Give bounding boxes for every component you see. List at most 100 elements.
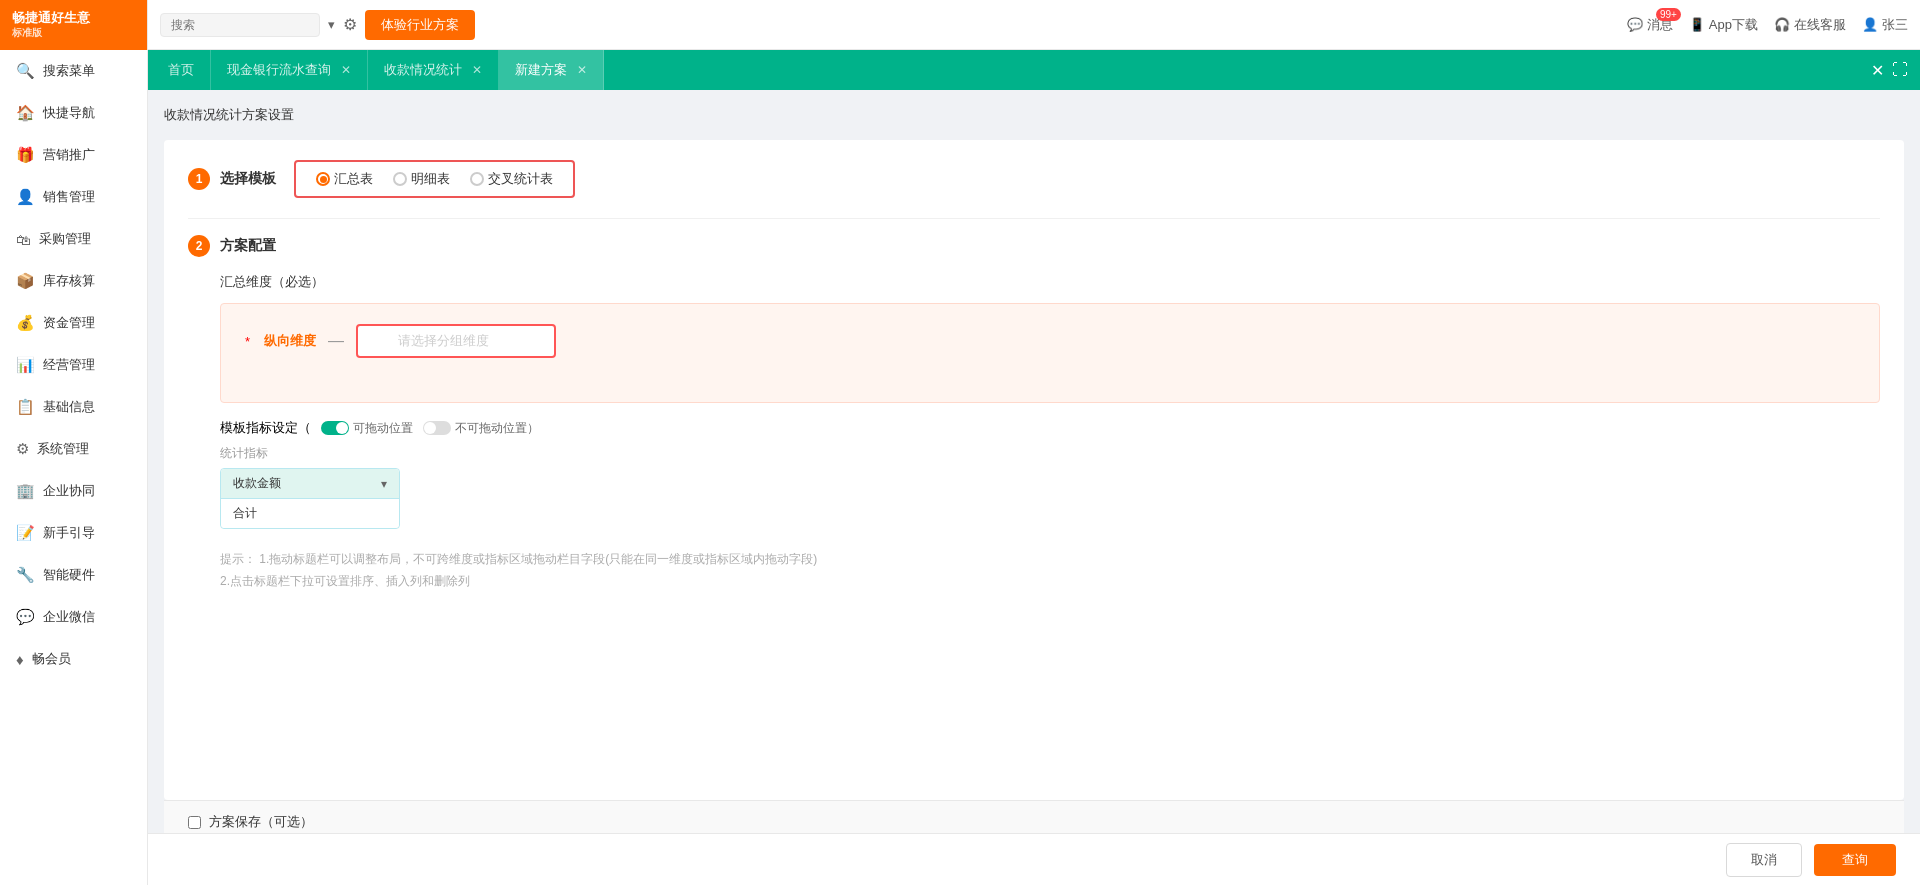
radio-detail[interactable]: 明细表 — [393, 170, 450, 188]
footer-bar: 取消 查询 — [148, 833, 1920, 885]
sidebar-label-finance: 资金管理 — [43, 314, 95, 332]
vertical-dim-label: 纵向维度 — [264, 332, 316, 350]
sidebar-item-newbie[interactable]: 📝 新手引导 — [0, 512, 147, 554]
dropdown-icon[interactable]: ▾ — [328, 17, 335, 32]
gift-icon: 🎁 — [16, 146, 35, 164]
radio-detail-label: 明细表 — [411, 170, 450, 188]
stats-header-text: 收款金额 — [233, 475, 281, 492]
draggable-toggle[interactable]: 可拖动位置 — [321, 420, 413, 437]
dim-arrow: — — [328, 332, 344, 350]
sidebar-item-system[interactable]: ⚙ 系统管理 — [0, 428, 147, 470]
metrics-section: 模板指标设定（ 可拖动位置 不可拖动位置） — [220, 419, 1880, 529]
tab-collection[interactable]: 收款情况统计 ✕ — [368, 50, 499, 90]
sidebar-label-enterprise: 企业协同 — [43, 482, 95, 500]
sidebar-label-inventory: 库存核算 — [43, 272, 95, 290]
list-icon: 📋 — [16, 398, 35, 416]
trial-button[interactable]: 体验行业方案 — [365, 10, 475, 40]
step2-section: 2 方案配置 汇总维度（必选） * 纵向维度 — 请选择分组维度 — [188, 218, 1880, 592]
sidebar-logo: 畅捷通好生意 标准版 — [0, 0, 147, 50]
template-options-box: 汇总表 明细表 交叉统计表 — [294, 160, 575, 198]
sidebar-item-member[interactable]: ♦ 畅会员 — [0, 638, 147, 680]
service-button[interactable]: 🎧 在线客服 — [1774, 16, 1846, 34]
download-label: App下载 — [1709, 16, 1758, 34]
sidebar-item-enterprise[interactable]: 🏢 企业协同 — [0, 470, 147, 512]
user-icon: 👤 — [16, 188, 35, 206]
vertical-dim-row: * 纵向维度 — 请选择分组维度 — [245, 324, 1855, 358]
dimension-title-text: 汇总维度（必选） — [220, 274, 324, 289]
step1-label: 选择模板 — [220, 170, 276, 188]
radio-summary[interactable]: 汇总表 — [316, 170, 373, 188]
tab-collection-close[interactable]: ✕ — [472, 63, 482, 77]
radio-cross[interactable]: 交叉统计表 — [470, 170, 553, 188]
guide-icon: 📝 — [16, 524, 35, 542]
chat-icon: 💬 — [16, 608, 35, 626]
query-button[interactable]: 查询 — [1814, 844, 1896, 876]
sidebar-item-finance[interactable]: 💰 资金管理 — [0, 302, 147, 344]
sidebar-label-member: 畅会员 — [32, 650, 71, 668]
stats-dropdown-icon[interactable]: ▾ — [381, 477, 387, 491]
sidebar-label-search: 搜索菜单 — [43, 62, 95, 80]
hardware-icon: 🔧 — [16, 566, 35, 584]
tabbar-controls: ✕ ⛶ — [1871, 61, 1916, 80]
dim-select-placeholder: 请选择分组维度 — [398, 333, 489, 348]
tab-newplan[interactable]: 新建方案 ✕ — [499, 50, 604, 90]
radio-cross-label: 交叉统计表 — [488, 170, 553, 188]
radio-summary-circle — [316, 172, 330, 186]
home-icon: 🏠 — [16, 104, 35, 122]
sidebar-item-hardware[interactable]: 🔧 智能硬件 — [0, 554, 147, 596]
tab-cashflow[interactable]: 现金银行流水查询 ✕ — [211, 50, 368, 90]
hint-area: 提示： 1.拖动标题栏可以调整布局，不可跨维度或指标区域拖动栏目字段(只能在同一… — [220, 549, 1880, 592]
sidebar-item-purchase[interactable]: 🛍 采购管理 — [0, 218, 147, 260]
sidebar-label-quicknav: 快捷导航 — [43, 104, 95, 122]
sidebar-label-system: 系统管理 — [37, 440, 89, 458]
sidebar-item-inventory[interactable]: 📦 库存核算 — [0, 260, 147, 302]
sidebar-item-quicknav[interactable]: 🏠 快捷导航 — [0, 92, 147, 134]
step2-num: 2 — [188, 235, 210, 257]
sidebar-item-marketing[interactable]: 🎁 营销推广 — [0, 134, 147, 176]
settings-icon[interactable]: ⚙ — [343, 15, 357, 34]
save-label: 方案保存（可选） — [209, 813, 313, 831]
radio-detail-circle — [393, 172, 407, 186]
message-button[interactable]: 💬 99+ 消息 — [1627, 16, 1673, 34]
tab-cashflow-label: 现金银行流水查询 — [227, 61, 331, 79]
nondrag-switch[interactable] — [423, 421, 451, 435]
stats-area: 统计指标 收款金额 ▾ 合计 — [220, 445, 1880, 529]
sidebar-label-wechat: 企业微信 — [43, 608, 95, 626]
content-card: 1 选择模板 汇总表 明细表 交叉统计表 — [164, 140, 1904, 800]
tab-home[interactable]: 首页 — [152, 50, 211, 90]
main-content: 收款情况统计方案设置 1 选择模板 汇总表 明细表 — [148, 90, 1920, 885]
header-left: ▾ ⚙ 体验行业方案 — [160, 10, 475, 40]
stats-category-label: 统计指标 — [220, 445, 1880, 462]
sidebar-label-hardware: 智能硬件 — [43, 566, 95, 584]
sidebar: 畅捷通好生意 标准版 🔍 搜索菜单 🏠 快捷导航 🎁 营销推广 👤 销售管理 🛍… — [0, 0, 148, 885]
user-name-label: 张三 — [1882, 16, 1908, 34]
sidebar-item-sales[interactable]: 👤 销售管理 — [0, 176, 147, 218]
save-checkbox[interactable] — [188, 816, 201, 829]
step2-header: 2 方案配置 — [188, 235, 1880, 257]
tab-newplan-close[interactable]: ✕ — [577, 63, 587, 77]
stats-box: 收款金额 ▾ 合计 — [220, 468, 400, 529]
draggable-label: 可拖动位置 — [353, 420, 413, 437]
tab-home-label: 首页 — [168, 61, 194, 79]
sidebar-label-baseinfo: 基础信息 — [43, 398, 95, 416]
radio-cross-circle — [470, 172, 484, 186]
download-button[interactable]: 📱 App下载 — [1689, 16, 1758, 34]
user-profile[interactable]: 👤 张三 — [1862, 16, 1908, 34]
tab-cashflow-close[interactable]: ✕ — [341, 63, 351, 77]
dim-select-box[interactable]: 请选择分组维度 — [356, 324, 556, 358]
service-icon: 🎧 — [1774, 17, 1790, 32]
step1-num: 1 — [188, 168, 210, 190]
tab-maximize-icon[interactable]: ⛶ — [1892, 61, 1908, 79]
cancel-button[interactable]: 取消 — [1726, 843, 1802, 877]
sidebar-item-search[interactable]: 🔍 搜索菜单 — [0, 50, 147, 92]
draggable-switch[interactable] — [321, 421, 349, 435]
sidebar-item-operations[interactable]: 📊 经营管理 — [0, 344, 147, 386]
dimension-area: * 纵向维度 — 请选择分组维度 — [220, 303, 1880, 403]
box-icon: 📦 — [16, 272, 35, 290]
tab-minimize-icon[interactable]: ✕ — [1871, 61, 1884, 80]
nondrag-toggle[interactable]: 不可拖动位置） — [423, 420, 539, 437]
search-input[interactable] — [160, 13, 320, 37]
dimension-title: 汇总维度（必选） — [220, 273, 1880, 291]
sidebar-item-wechat[interactable]: 💬 企业微信 — [0, 596, 147, 638]
sidebar-item-baseinfo[interactable]: 📋 基础信息 — [0, 386, 147, 428]
